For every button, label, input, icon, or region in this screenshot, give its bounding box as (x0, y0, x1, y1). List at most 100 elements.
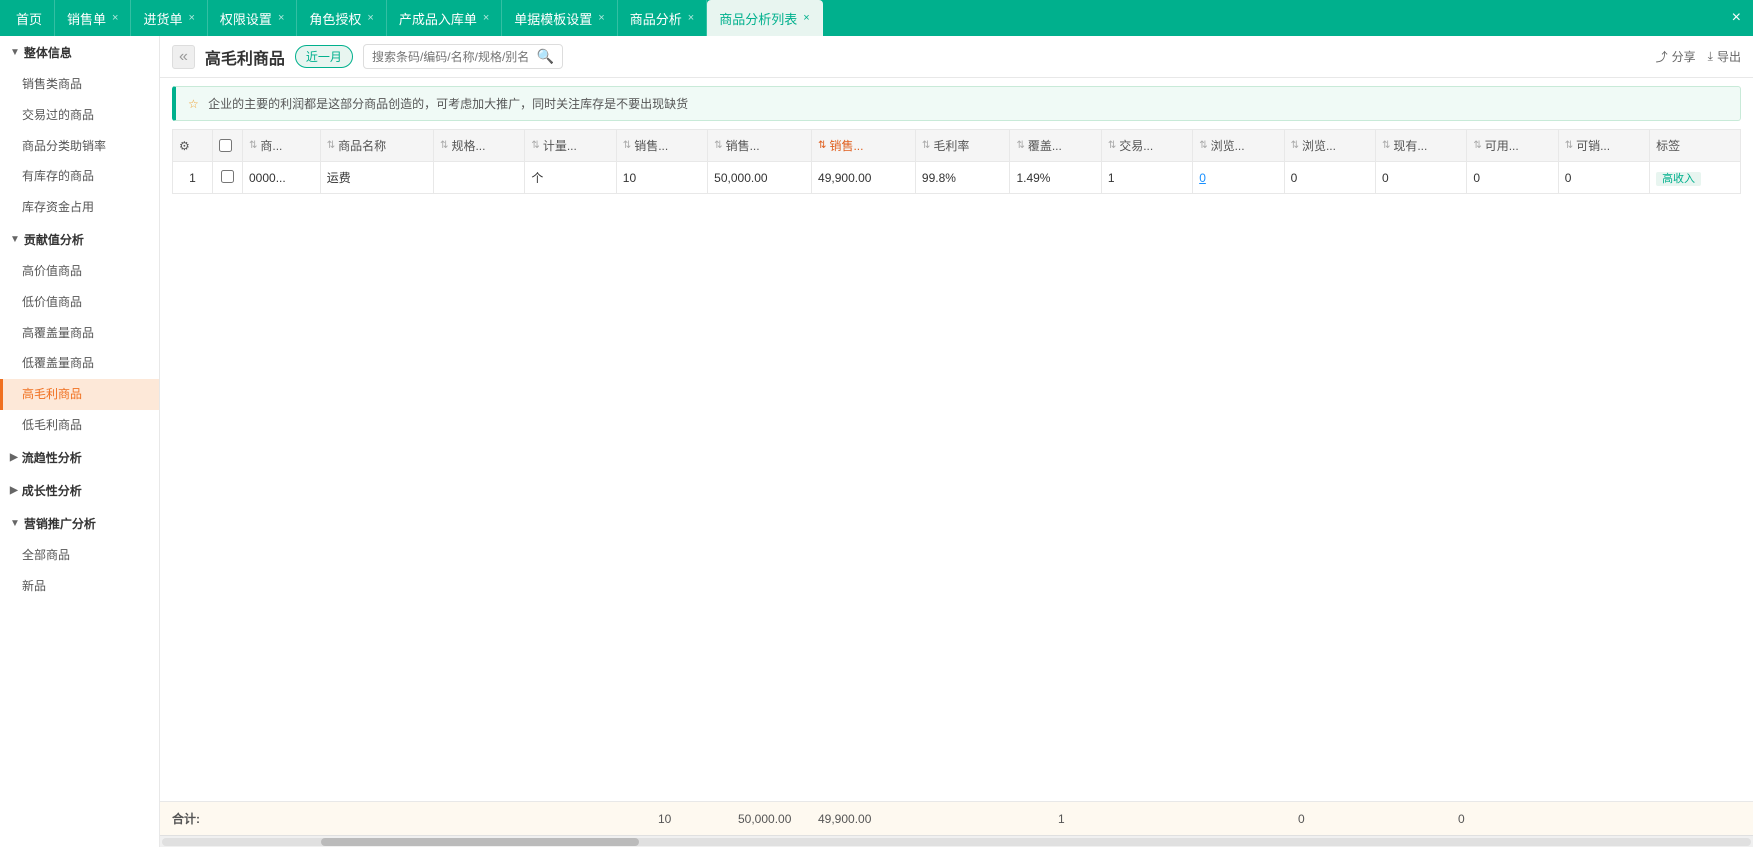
cell-sales-cost: 49,900.00 (812, 162, 916, 194)
sort-icon: ⇅ (922, 140, 930, 151)
tab-sales-close[interactable]: × (112, 12, 118, 24)
tab-template[interactable]: 单据模板设置 × (502, 0, 617, 36)
sidebar-item-traded-goods[interactable]: 交易过的商品 (0, 100, 159, 131)
sidebar-item-low-value[interactable]: 低价值商品 (0, 287, 159, 318)
sidebar-item-sales-goods[interactable]: 销售类商品 (0, 69, 159, 100)
footer-summary: 合计: 10 50,000.00 49,900.00 1 0 0 (160, 801, 1753, 835)
sidebar-item-high-margin[interactable]: 高毛利商品 (0, 379, 159, 410)
export-button[interactable]: ⤓ 导出 (1708, 48, 1741, 65)
tab-production-close[interactable]: × (483, 12, 489, 24)
tab-sales[interactable]: 销售单 × (55, 0, 131, 36)
col-gross-rate[interactable]: ⇅ 毛利率 (915, 130, 1010, 162)
horizontal-scrollbar[interactable] (160, 835, 1753, 847)
col-code[interactable]: ⇅ 商... (243, 130, 321, 162)
share-button[interactable]: ⤴ 分享 (1656, 48, 1696, 65)
sort-icon: ⇅ (1291, 140, 1299, 151)
sidebar-item-low-margin[interactable]: 低毛利商品 (0, 410, 159, 441)
table-container: ⚙ ⇅ 商... ⇅ (160, 129, 1753, 801)
sidebar-group-marketing[interactable]: ▼ 营销推广分析 (0, 507, 159, 540)
sidebar-item-stock-capital[interactable]: 库存资金占用 (0, 192, 159, 223)
col-stock-avail[interactable]: ⇅ 可用... (1467, 130, 1558, 162)
col-spec[interactable]: ⇅ 规格... (434, 130, 525, 162)
col-check[interactable] (213, 130, 243, 162)
sort-icon: ⇅ (1199, 140, 1207, 151)
sidebar-item-in-stock[interactable]: 有库存的商品 (0, 161, 159, 192)
main-layout: ▼ 整体信息 销售类商品 交易过的商品 商品分类助销率 有库存的商品 库存资金占… (0, 36, 1753, 847)
tab-roles[interactable]: 角色授权 × (297, 0, 386, 36)
tab-analysis-list[interactable]: 商品分析列表 × (707, 0, 822, 36)
tab-permissions-close[interactable]: × (278, 12, 284, 24)
select-all-checkbox[interactable] (219, 139, 232, 152)
sort-icon: ⇅ (249, 140, 257, 151)
search-icon[interactable]: 🔍 (537, 48, 554, 65)
summary-stock-sell: 0 (1452, 812, 1532, 826)
sidebar-item-low-coverage[interactable]: 低覆盖量商品 (0, 348, 159, 379)
sidebar-item-new-goods[interactable]: 新品 (0, 571, 159, 602)
sidebar: ▼ 整体信息 销售类商品 交易过的商品 商品分类助销率 有库存的商品 库存资金占… (0, 36, 160, 847)
tab-template-close[interactable]: × (598, 12, 604, 24)
sidebar-group-trend[interactable]: ▶ 流趋性分析 (0, 441, 159, 474)
col-tag[interactable]: 标签 (1650, 130, 1741, 162)
cell-stock-sell: 0 (1558, 162, 1649, 194)
col-settings[interactable]: ⚙ (173, 130, 213, 162)
collapse-arrow-overall: ▼ (10, 47, 20, 58)
cell-code: 0000... (243, 162, 321, 194)
cell-coverage: 1.49% (1010, 162, 1101, 194)
sidebar-group-growth[interactable]: ▶ 成长性分析 (0, 474, 159, 507)
scrollbar-thumb[interactable] (321, 838, 639, 846)
tab-analysis-close[interactable]: × (688, 12, 694, 24)
content-area: « 高毛利商品 近一月 🔍 ⤴ 分享 ⤓ 导出 ☆ 企业的主要的利润都是这部 (160, 36, 1753, 847)
row-checkbox[interactable] (221, 170, 234, 183)
cell-sales-qty: 10 (616, 162, 707, 194)
cell-tag: 高收入 (1650, 162, 1741, 194)
sort-icon: ⇅ (623, 140, 631, 151)
sidebar-collapse-button[interactable]: « (172, 45, 195, 69)
col-stock-sell[interactable]: ⇅ 可销... (1558, 130, 1649, 162)
sort-icon: ⇅ (1382, 140, 1390, 151)
col-trans[interactable]: ⇅ 交易... (1101, 130, 1192, 162)
search-input[interactable] (372, 50, 537, 64)
tab-bar: 首页 销售单 × 进货单 × 权限设置 × 角色授权 × 产成品入库单 × 单据… (0, 0, 1753, 36)
export-icon: ⤓ (1708, 49, 1713, 64)
scrollbar-track (162, 838, 1751, 846)
collapse-arrow-growth: ▶ (10, 485, 18, 496)
tab-purchase-close[interactable]: × (188, 12, 194, 24)
tab-purchase[interactable]: 进货单 × (131, 0, 207, 36)
col-sales-cost[interactable]: ⇅ 销售... (812, 130, 916, 162)
col-browse2[interactable]: ⇅ 浏览... (1284, 130, 1375, 162)
tip-bar: ☆ 企业的主要的利润都是这部分商品创造的，可考虑加大推广，同时关注库存是不要出现… (172, 86, 1741, 121)
sidebar-item-all-goods[interactable]: 全部商品 (0, 540, 159, 571)
sidebar-item-high-coverage[interactable]: 高覆盖量商品 (0, 318, 159, 349)
table-row: 1 0000... 运费 (173, 162, 1741, 194)
tip-text: 企业的主要的利润都是这部分商品创造的，可考虑加大推广，同时关注库存是不要出现缺货 (208, 97, 688, 111)
sort-icon: ⇅ (440, 140, 448, 151)
window-close-icon[interactable]: × (1732, 9, 1749, 27)
col-stock-now[interactable]: ⇅ 现有... (1375, 130, 1466, 162)
cell-browse1[interactable]: 0 (1193, 162, 1284, 194)
col-name[interactable]: ⇅ 商品名称 (320, 130, 433, 162)
col-sales-qty[interactable]: ⇅ 销售... (616, 130, 707, 162)
sidebar-item-category-rate[interactable]: 商品分类助销率 (0, 131, 159, 162)
cell-stock-now: 0 (1375, 162, 1466, 194)
tab-analysis-list-close[interactable]: × (803, 12, 809, 24)
col-coverage[interactable]: ⇅ 覆盖... (1010, 130, 1101, 162)
col-sales-amt[interactable]: ⇅ 销售... (708, 130, 812, 162)
tab-permissions[interactable]: 权限设置 × (208, 0, 297, 36)
tab-roles-close[interactable]: × (367, 12, 373, 24)
sidebar-group-overall[interactable]: ▼ 整体信息 (0, 36, 159, 69)
cell-spec (434, 162, 525, 194)
tab-production[interactable]: 产成品入库单 × (387, 0, 502, 36)
cell-stock-avail: 0 (1467, 162, 1558, 194)
tab-home[interactable]: 首页 (4, 0, 55, 36)
sidebar-group-contribution[interactable]: ▼ 贡献值分析 (0, 223, 159, 256)
col-browse1[interactable]: ⇅ 浏览... (1193, 130, 1284, 162)
col-unit[interactable]: ⇅ 计量... (525, 130, 616, 162)
time-filter-button[interactable]: 近一月 (295, 45, 353, 68)
share-icon: ⤴ (1656, 48, 1668, 65)
cell-num: 1 (173, 162, 213, 194)
tab-analysis[interactable]: 商品分析 × (618, 0, 707, 36)
cell-gross-rate: 99.8% (915, 162, 1010, 194)
sort-icon: ⇅ (818, 140, 826, 151)
sidebar-item-high-value[interactable]: 高价值商品 (0, 256, 159, 287)
cell-check[interactable] (213, 162, 243, 194)
